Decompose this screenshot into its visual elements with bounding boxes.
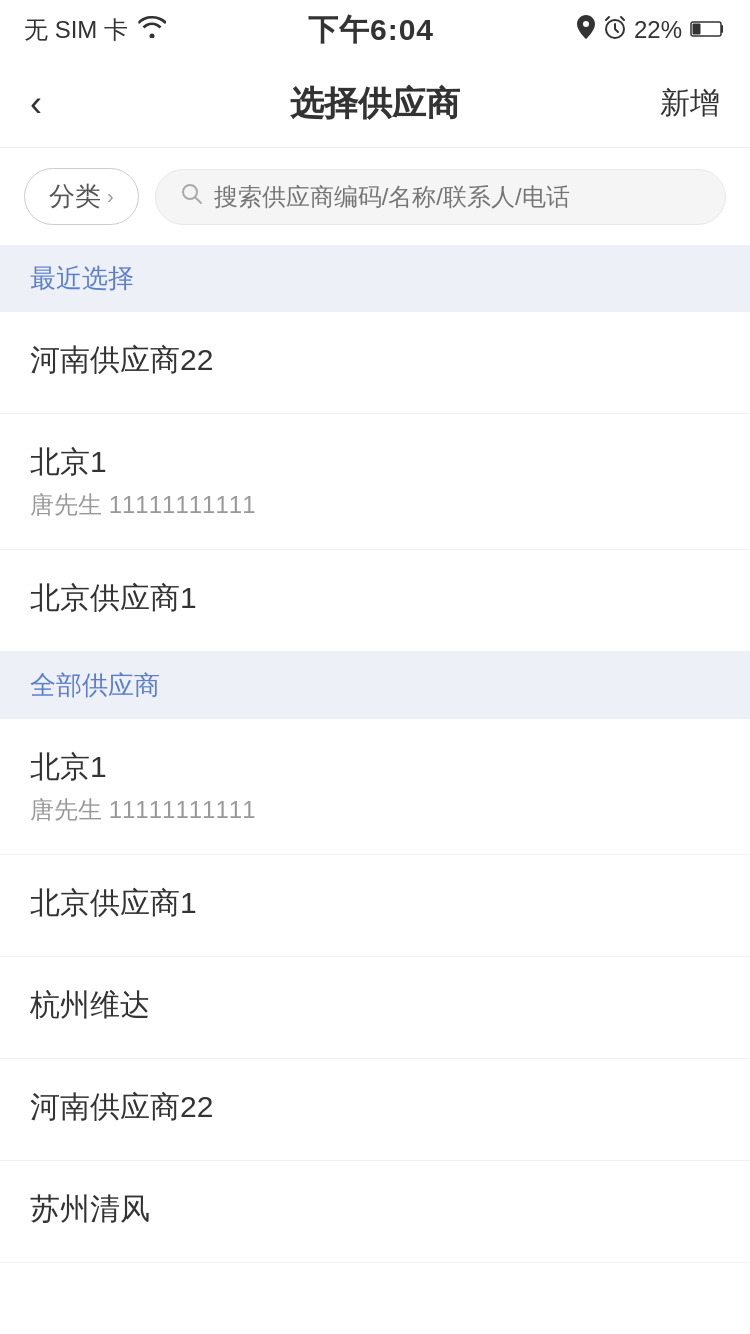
nav-title: 选择供应商 (290, 81, 460, 127)
all-section-header: 全部供应商 (0, 652, 750, 719)
recent-section-label: 最近选择 (30, 263, 134, 293)
item-sub: 唐先生 11111111111 (30, 489, 720, 521)
search-icon (180, 182, 204, 212)
recent-list-item[interactable]: 河南供应商22 (0, 312, 750, 414)
recent-list: 河南供应商22 北京1 唐先生 11111111111 北京供应商1 (0, 312, 750, 652)
item-sub: 唐先生 11111111111 (30, 794, 720, 826)
search-input[interactable] (214, 183, 701, 211)
all-list-item[interactable]: 杭州维达 (0, 957, 750, 1059)
all-list-item[interactable]: 河南供应商22 (0, 1059, 750, 1161)
all-list-item[interactable]: 北京1 唐先生 11111111111 (0, 719, 750, 855)
item-name: 北京供应商1 (30, 883, 720, 924)
status-right: 22% (576, 15, 726, 45)
item-name: 北京1 (30, 747, 720, 788)
alarm-icon (604, 15, 626, 45)
all-list-item[interactable]: 北京供应商1 (0, 855, 750, 957)
recent-list-item[interactable]: 北京供应商1 (0, 550, 750, 652)
item-name: 苏州清风 (30, 1189, 720, 1230)
item-name: 河南供应商22 (30, 340, 720, 381)
location-icon (576, 15, 596, 45)
recent-section-header: 最近选择 (0, 245, 750, 312)
all-list-item[interactable]: 苏州清风 (0, 1161, 750, 1263)
carrier-text: 无 SIM 卡 (24, 14, 128, 46)
status-time: 下午6:04 (308, 10, 434, 51)
back-button[interactable]: ‹ (30, 83, 90, 125)
filter-row: 分类 › (0, 148, 750, 245)
category-label: 分类 (49, 179, 101, 214)
category-button[interactable]: 分类 › (24, 168, 139, 225)
item-name: 北京供应商1 (30, 578, 720, 619)
status-bar: 无 SIM 卡 下午6:04 22% (0, 0, 750, 60)
battery-icon (690, 16, 726, 44)
item-name: 杭州维达 (30, 985, 720, 1026)
status-left: 无 SIM 卡 (24, 14, 166, 46)
battery-text: 22% (634, 16, 682, 44)
item-name: 河南供应商22 (30, 1087, 720, 1128)
chevron-right-icon: › (107, 185, 114, 208)
recent-list-item[interactable]: 北京1 唐先生 11111111111 (0, 414, 750, 550)
all-list: 北京1 唐先生 11111111111 北京供应商1 杭州维达河南供应商22 苏州清风 (0, 719, 750, 1263)
wifi-icon (138, 16, 166, 44)
svg-rect-2 (692, 24, 700, 35)
all-section-label: 全部供应商 (30, 670, 160, 700)
nav-bar: ‹ 选择供应商 新增 (0, 60, 750, 148)
search-box[interactable] (155, 169, 726, 225)
new-add-button[interactable]: 新增 (660, 83, 720, 124)
item-name: 北京1 (30, 442, 720, 483)
